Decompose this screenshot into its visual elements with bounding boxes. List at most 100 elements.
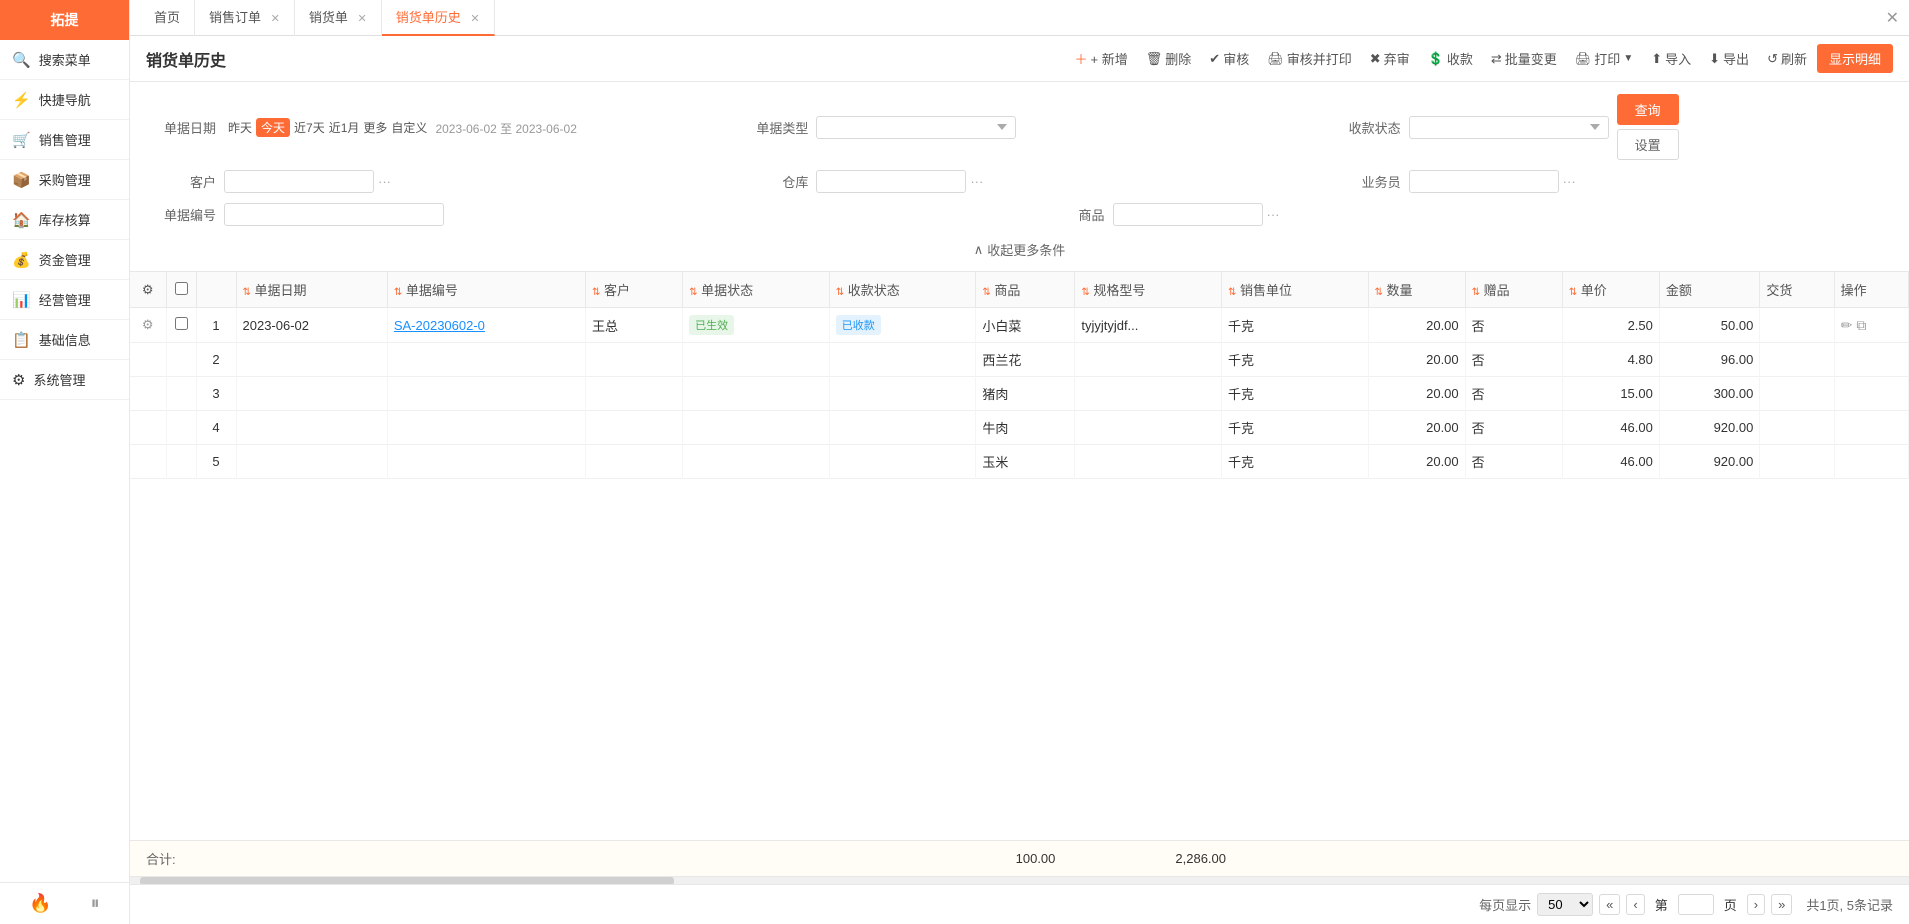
audit-print-button[interactable]: 🖨 审核并打印 [1259, 45, 1360, 72]
row-gift: 否 [1465, 445, 1562, 479]
set-button[interactable]: 设置 [1617, 129, 1679, 160]
row-docno[interactable]: SA-20230602-0 [387, 308, 585, 343]
row-gear[interactable] [130, 343, 166, 377]
col-quantity[interactable]: ⇅ 数量 [1368, 272, 1465, 308]
col-customer[interactable]: ⇅ 客户 [585, 272, 682, 308]
sidebar-item-inventory[interactable]: 🏠 库存核算 [0, 200, 129, 240]
row-gear[interactable]: ⚙ [130, 308, 166, 343]
shortcut-more[interactable]: 更多 [363, 119, 387, 136]
row-quantity: 20.00 [1368, 377, 1465, 411]
select-all-checkbox[interactable] [175, 282, 188, 295]
collapse-button[interactable]: ∧ 收起更多条件 [146, 236, 1893, 263]
row-pay-status [829, 343, 976, 377]
row-actions: ✏⧉ [1841, 317, 1902, 334]
table-row: 5玉米千克20.00否46.00920.00 [130, 445, 1909, 479]
tabbar-close-all[interactable]: ✕ [1886, 8, 1899, 28]
docno-input[interactable] [224, 203, 444, 226]
warehouse-input[interactable] [816, 170, 966, 193]
col-gift[interactable]: ⇅ 赠品 [1465, 272, 1562, 308]
export-button[interactable]: ⬇ 导出 [1701, 45, 1757, 72]
goods-input[interactable] [1113, 203, 1263, 226]
goods-dots[interactable]: ··· [1267, 207, 1280, 222]
col-price[interactable]: ⇅ 单价 [1562, 272, 1659, 308]
col-doc-status[interactable]: ⇅ 单据状态 [683, 272, 830, 308]
col-goods[interactable]: ⇅ 商品 [976, 272, 1075, 308]
sidebar-item-sales-mgmt[interactable]: 🛒 销售管理 [0, 120, 129, 160]
batch-change-button[interactable]: ⇄ 批量变更 [1483, 45, 1565, 72]
delete-button[interactable]: 🗑 删除 [1138, 45, 1200, 72]
shortcut-1month[interactable]: 近1月 [329, 119, 360, 136]
summary-amount: 2,286.00 [1175, 851, 1226, 866]
import-button[interactable]: ⬆ 导入 [1643, 45, 1699, 72]
shortcut-custom[interactable]: 自定义 [391, 119, 427, 136]
page-input[interactable]: 1 [1678, 894, 1714, 915]
col-spec[interactable]: ⇅ 规格型号 [1075, 272, 1222, 308]
query-button[interactable]: 查询 [1617, 94, 1679, 125]
row-goods: 西兰花 [976, 343, 1075, 377]
show-detail-button[interactable]: 显示明细 [1817, 44, 1893, 73]
shortcut-today[interactable]: 今天 [256, 118, 290, 137]
sidebar-item-ops-mgmt[interactable]: 📊 经营管理 [0, 280, 129, 320]
sidebar-item-sys-mgmt[interactable]: ⚙ 系统管理 [0, 360, 129, 400]
prev-page-button[interactable]: ‹ [1626, 894, 1644, 915]
shortcut-yesterday[interactable]: 昨天 [228, 119, 252, 136]
tab-sales-goods[interactable]: 销货单 ✕ [295, 0, 382, 36]
row-gear[interactable] [130, 445, 166, 479]
summary-quantity: 100.00 [1016, 851, 1056, 866]
row-gift: 否 [1465, 411, 1562, 445]
close-sales-order-tab[interactable]: ✕ [271, 13, 280, 25]
row-checkbox[interactable] [175, 317, 188, 330]
abandon-button[interactable]: ✖ 弃审 [1362, 45, 1418, 72]
last-page-button[interactable]: » [1771, 894, 1792, 915]
finance-icon: 💰 [12, 251, 31, 269]
collect-button[interactable]: 💲 收款 [1420, 45, 1481, 72]
row-docno[interactable] [387, 343, 585, 377]
row-docno[interactable] [387, 377, 585, 411]
goods-label: 商品 [1035, 205, 1105, 224]
doc-type-select[interactable] [816, 116, 1016, 139]
tab-home[interactable]: 首页 [140, 0, 195, 36]
tab-sales-order[interactable]: 销售订单 ✕ [195, 0, 295, 36]
docno-link[interactable]: SA-20230602-0 [394, 318, 485, 333]
edit-action-button[interactable]: ✏ [1841, 317, 1853, 334]
sidebar-item-purchase-mgmt[interactable]: 📦 采购管理 [0, 160, 129, 200]
row-actions-cell: ✏⧉ [1834, 308, 1908, 343]
row-gear[interactable] [130, 377, 166, 411]
new-button[interactable]: ＋ + 新增 [1067, 45, 1136, 72]
fire-icon[interactable]: 🔥 [29, 893, 51, 914]
first-page-button[interactable]: « [1599, 894, 1620, 915]
row-trade [1760, 377, 1834, 411]
shortcut-7days[interactable]: 近7天 [294, 119, 325, 136]
sidebar-item-quick-nav[interactable]: ⚡ 快捷导航 [0, 80, 129, 120]
row-gear[interactable] [130, 411, 166, 445]
refresh-button[interactable]: ↺ 刷新 [1759, 45, 1815, 72]
salesperson-dots[interactable]: ··· [1563, 174, 1576, 189]
col-date[interactable]: ⇅ 单据日期 [236, 272, 387, 308]
row-docno[interactable] [387, 411, 585, 445]
audit-button[interactable]: ✔ 审核 [1201, 45, 1257, 72]
salesperson-input[interactable] [1409, 170, 1559, 193]
per-page-select[interactable]: 50 100 200 [1537, 893, 1593, 916]
pause-icon[interactable]: ⏸ [91, 893, 100, 914]
customer-dots[interactable]: ··· [378, 174, 391, 189]
next-page-button[interactable]: › [1747, 894, 1765, 915]
sidebar-item-finance-mgmt[interactable]: 💰 资金管理 [0, 240, 129, 280]
close-sales-goods-tab[interactable]: ✕ [358, 13, 367, 25]
close-sales-history-tab[interactable]: ✕ [470, 13, 479, 25]
copy-action-button[interactable]: ⧉ [1856, 317, 1866, 334]
sidebar-item-label: 销售管理 [39, 130, 91, 149]
col-pay-status[interactable]: ⇅ 收款状态 [829, 272, 976, 308]
row-docno[interactable] [387, 445, 585, 479]
customer-input[interactable] [224, 170, 374, 193]
col-gear[interactable]: ⚙ [130, 272, 166, 308]
sidebar-item-base-info[interactable]: 📋 基础信息 [0, 320, 129, 360]
sidebar-item-search-menu[interactable]: 🔍 搜索菜单 [0, 40, 129, 80]
refresh-icon: ↺ [1767, 51, 1778, 67]
payment-status-select[interactable] [1409, 116, 1609, 139]
print-button[interactable]: 🖨 打印 ▼ [1567, 45, 1641, 72]
col-unit[interactable]: ⇅ 销售单位 [1221, 272, 1368, 308]
date-label: 单据日期 [146, 118, 216, 137]
warehouse-dots[interactable]: ··· [970, 174, 983, 189]
col-docno[interactable]: ⇅ 单据编号 [387, 272, 585, 308]
tab-sales-history[interactable]: 销货单历史 ✕ [382, 0, 495, 36]
